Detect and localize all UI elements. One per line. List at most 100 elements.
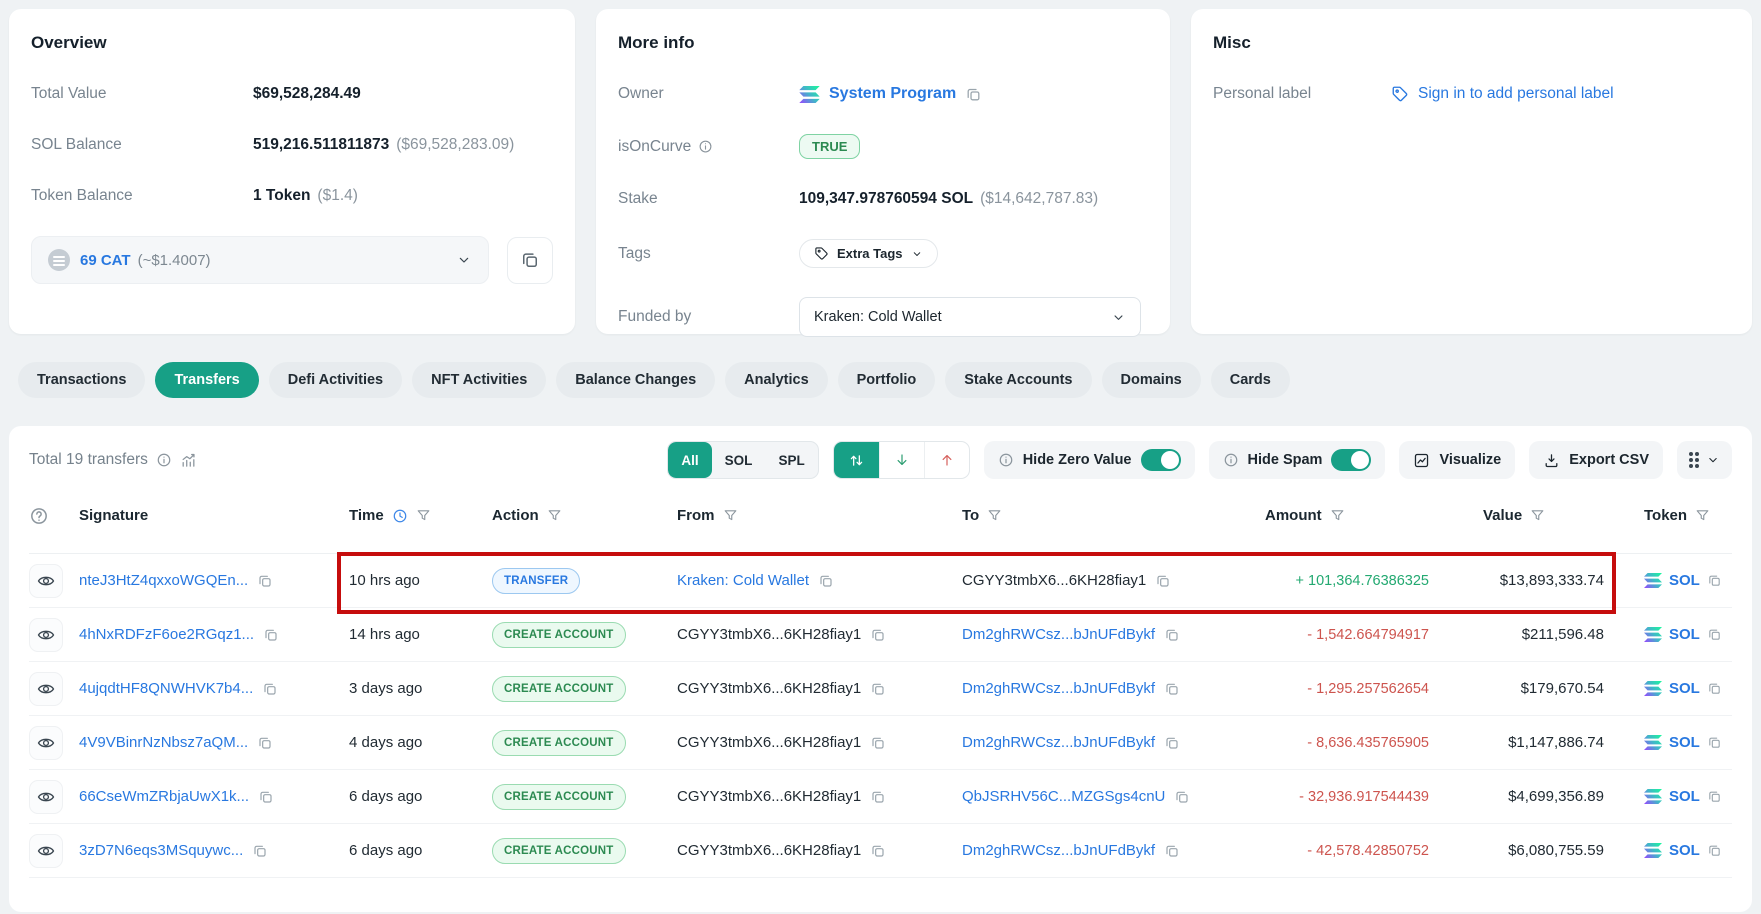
tab-nft-activities[interactable]: NFT Activities — [412, 362, 547, 398]
tab-transfers[interactable]: Transfers — [155, 362, 259, 398]
time-cell: 10 hrs ago — [349, 572, 420, 589]
copy-icon[interactable] — [1164, 735, 1180, 751]
signature-link[interactable]: 66CseWmZRbjaUwX1k... — [79, 788, 249, 805]
copy-icon[interactable] — [1164, 843, 1180, 859]
signature-link[interactable]: 4ujqdtHF8QNWHVK7b4... — [79, 680, 253, 697]
copy-token-list-button[interactable] — [506, 236, 553, 284]
to-address-link[interactable]: Dm2ghRWCsz...bJnUFdBykf — [962, 842, 1155, 859]
visualize-button[interactable]: Visualize — [1399, 441, 1516, 479]
copy-icon[interactable] — [252, 843, 268, 859]
copy-icon[interactable] — [263, 627, 279, 643]
tab-transactions[interactable]: Transactions — [18, 362, 146, 398]
preview-eye-button[interactable] — [29, 617, 63, 652]
token-holdings-dropdown[interactable]: 69 CAT (~$1.4007) — [31, 236, 489, 284]
filter-funnel-icon[interactable] — [723, 508, 738, 523]
header-from: From — [677, 507, 962, 524]
copy-icon[interactable] — [1707, 573, 1722, 588]
copy-icon[interactable] — [870, 681, 886, 697]
value-cell: $179,670.54 — [1520, 680, 1604, 697]
token-link[interactable]: SOL — [1669, 734, 1700, 751]
extra-tags-dropdown[interactable]: Extra Tags — [799, 239, 938, 268]
to-address-link[interactable]: Dm2ghRWCsz...bJnUFdBykf — [962, 626, 1155, 643]
eye-icon — [37, 842, 55, 860]
copy-icon[interactable] — [965, 86, 982, 103]
from-address: CGYY3tmbX6...6KH28fiay1 — [677, 842, 862, 859]
export-csv-button[interactable]: Export CSV — [1529, 441, 1663, 479]
tab-cards[interactable]: Cards — [1210, 362, 1290, 398]
sol-balance-label: SOL Balance — [31, 136, 122, 153]
filter-funnel-icon[interactable] — [1695, 508, 1710, 523]
preview-eye-button[interactable] — [29, 563, 63, 598]
token-link[interactable]: SOL — [1669, 572, 1700, 589]
copy-icon[interactable] — [1707, 681, 1722, 696]
signature-link[interactable]: nteJ3HtZ4qxxoWGQEn... — [79, 572, 248, 589]
filter-funnel-icon[interactable] — [987, 508, 1002, 523]
chart-icon[interactable] — [180, 452, 197, 469]
signature-link[interactable]: 4hNxRDFzF6oe2RGqz1... — [79, 626, 254, 643]
preview-eye-button[interactable] — [29, 671, 63, 706]
copy-icon[interactable] — [1155, 573, 1171, 589]
sort-both-button[interactable] — [833, 442, 879, 478]
copy-icon[interactable] — [262, 681, 278, 697]
copy-icon[interactable] — [870, 789, 886, 805]
copy-icon[interactable] — [1164, 627, 1180, 643]
hide-spam-label: Hide Spam — [1247, 452, 1323, 468]
from-address-link[interactable]: Kraken: Cold Wallet — [677, 572, 809, 589]
outgoing-filter-button[interactable] — [923, 442, 969, 478]
token-link[interactable]: SOL — [1669, 788, 1700, 805]
filter-funnel-icon[interactable] — [1330, 508, 1345, 523]
filter-sol-button[interactable]: SOL — [712, 442, 766, 478]
copy-icon[interactable] — [818, 573, 834, 589]
copy-icon[interactable] — [1707, 789, 1722, 804]
token-link[interactable]: SOL — [1669, 626, 1700, 643]
info-icon[interactable] — [156, 452, 172, 468]
signature-link[interactable]: 3zD7N6eqs3MSquywc... — [79, 842, 243, 859]
copy-icon[interactable] — [257, 735, 273, 751]
copy-icon[interactable] — [870, 843, 886, 859]
token-link[interactable]: SOL — [1669, 680, 1700, 697]
copy-icon[interactable] — [870, 627, 886, 643]
copy-icon[interactable] — [258, 789, 274, 805]
preview-eye-button[interactable] — [29, 725, 63, 760]
funded-by-select[interactable]: Kraken: Cold Wallet — [799, 297, 1141, 337]
header-token: Token — [1620, 507, 1732, 524]
header-amount: Amount — [1257, 507, 1445, 524]
filter-spl-button[interactable]: SPL — [765, 442, 817, 478]
hide-zero-toggle[interactable] — [1140, 449, 1181, 471]
filter-all-button[interactable]: All — [668, 442, 712, 478]
filter-funnel-icon[interactable] — [1530, 508, 1545, 523]
copy-icon[interactable] — [1174, 789, 1190, 805]
copy-icon[interactable] — [1164, 681, 1180, 697]
copy-icon[interactable] — [1707, 627, 1722, 642]
tab-stake-accounts[interactable]: Stake Accounts — [945, 362, 1092, 398]
owner-link[interactable]: System Program — [829, 85, 956, 103]
preview-eye-button[interactable] — [29, 833, 63, 868]
filter-funnel-icon[interactable] — [416, 508, 431, 523]
copy-icon[interactable] — [1707, 843, 1722, 858]
to-address-link[interactable]: Dm2ghRWCsz...bJnUFdBykf — [962, 734, 1155, 751]
clock-icon[interactable] — [392, 508, 408, 524]
more-info-card: More info Owner System Program isOnCurve… — [596, 9, 1170, 337]
tab-analytics[interactable]: Analytics — [725, 362, 828, 398]
copy-icon[interactable] — [1707, 735, 1722, 750]
value-cell: $13,893,333.74 — [1499, 572, 1604, 589]
copy-icon[interactable] — [870, 735, 886, 751]
tab-balance-changes[interactable]: Balance Changes — [556, 362, 716, 398]
token-approx-value: (~$1.4007) — [137, 251, 211, 269]
stake-usd: ($14,642,787.83) — [980, 190, 1099, 207]
tab-portfolio[interactable]: Portfolio — [837, 362, 936, 398]
filter-funnel-icon[interactable] — [547, 508, 562, 523]
columns-settings-button[interactable] — [1677, 441, 1732, 479]
sign-in-link[interactable]: Sign in to add personal label — [1391, 85, 1614, 103]
copy-icon[interactable] — [257, 573, 273, 589]
preview-eye-button[interactable] — [29, 779, 63, 814]
tab-defi-activities[interactable]: Defi Activities — [268, 362, 403, 398]
isoncurve-label: isOnCurve — [618, 138, 799, 156]
token-link[interactable]: SOL — [1669, 842, 1700, 859]
tab-domains[interactable]: Domains — [1101, 362, 1201, 398]
to-address-link[interactable]: QbJSRHV56C...MZGSgs4cnU — [962, 788, 1165, 805]
incoming-filter-button[interactable] — [878, 442, 924, 478]
hide-spam-toggle[interactable] — [1331, 449, 1372, 471]
to-address-link[interactable]: Dm2ghRWCsz...bJnUFdBykf — [962, 680, 1155, 697]
signature-link[interactable]: 4V9VBinrNzNbsz7aQM... — [79, 734, 248, 751]
